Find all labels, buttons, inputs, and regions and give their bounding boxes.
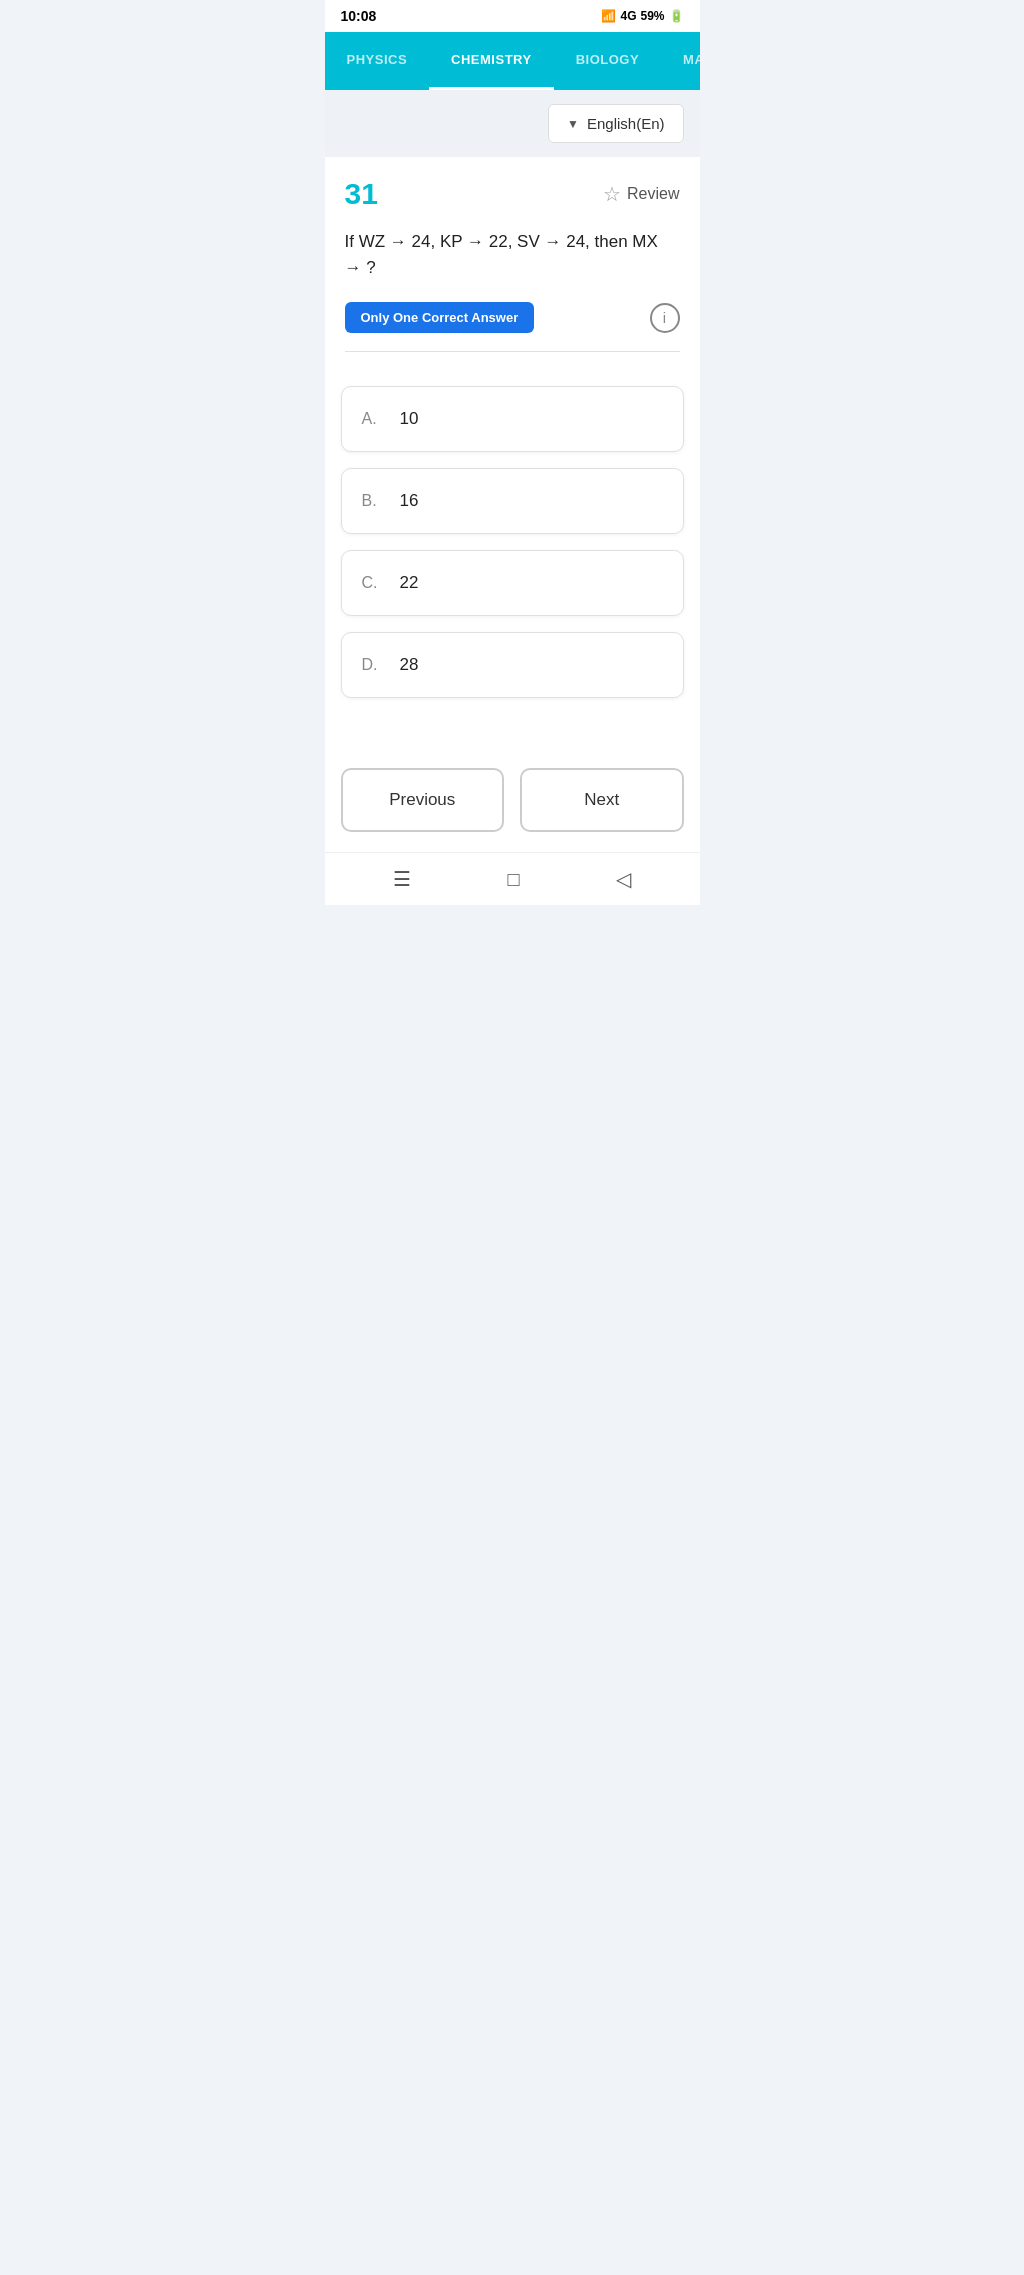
next-button[interactable]: Next (520, 768, 684, 832)
status-icons: 📶 4G 59% 🔋 (601, 9, 683, 23)
tab-chemistry[interactable]: CHEMISTRY (429, 32, 554, 90)
status-bar: 10:08 📶 4G 59% 🔋 (325, 0, 700, 32)
status-time: 10:08 (341, 8, 377, 24)
navigation-buttons: Previous Next (325, 738, 700, 852)
home-icon[interactable]: □ (507, 868, 519, 891)
option-a-label: A. (362, 410, 382, 428)
option-b[interactable]: B. 16 (341, 468, 684, 534)
language-selector[interactable]: ▼ English(En) (548, 104, 683, 143)
review-label: Review (627, 185, 679, 203)
signal-icon: 📶 (601, 9, 616, 23)
network-type: 4G (620, 9, 636, 23)
divider (345, 351, 680, 352)
option-d[interactable]: D. 28 (341, 632, 684, 698)
question-type-bar: Only One Correct Answer i (345, 302, 680, 333)
question-type-badge[interactable]: Only One Correct Answer (345, 302, 535, 333)
menu-icon[interactable]: ☰ (393, 867, 411, 891)
option-b-value: 16 (400, 491, 419, 511)
option-b-label: B. (362, 492, 382, 510)
option-c[interactable]: C. 22 (341, 550, 684, 616)
battery-icon: 🔋 (669, 9, 684, 23)
battery-label: 59% (640, 9, 664, 23)
question-number: 31 (345, 177, 378, 211)
option-c-value: 22 (400, 573, 419, 593)
question-header: 31 ☆ Review (345, 177, 680, 211)
option-d-value: 28 (400, 655, 419, 675)
language-bar: ▼ English(En) (325, 90, 700, 157)
question-area: 31 ☆ Review If WZ → 24, KP → 22, SV → 24… (325, 157, 700, 386)
question-text: If WZ → 24, KP → 22, SV → 24, then MX → … (345, 229, 680, 280)
option-a-value: 10 (400, 409, 419, 429)
tab-physics[interactable]: PHYSICS (325, 32, 430, 90)
option-c-label: C. (362, 574, 382, 592)
review-button[interactable]: ☆ Review (603, 182, 679, 206)
tab-biology[interactable]: BIOLOGY (554, 32, 661, 90)
previous-button[interactable]: Previous (341, 768, 505, 832)
star-icon: ☆ (603, 182, 621, 206)
option-a[interactable]: A. 10 (341, 386, 684, 452)
tab-mat[interactable]: MAT (661, 32, 699, 90)
info-icon[interactable]: i (650, 303, 680, 333)
spacer (325, 718, 700, 738)
chevron-down-icon: ▼ (567, 117, 579, 131)
options-container: A. 10 B. 16 C. 22 D. 28 (325, 386, 700, 718)
subject-tabs: PHYSICS CHEMISTRY BIOLOGY MAT (325, 32, 700, 90)
back-icon[interactable]: ◁ (616, 867, 631, 891)
language-label: English(En) (587, 115, 665, 132)
option-d-label: D. (362, 656, 382, 674)
bottom-nav: ☰ □ ◁ (325, 852, 700, 905)
